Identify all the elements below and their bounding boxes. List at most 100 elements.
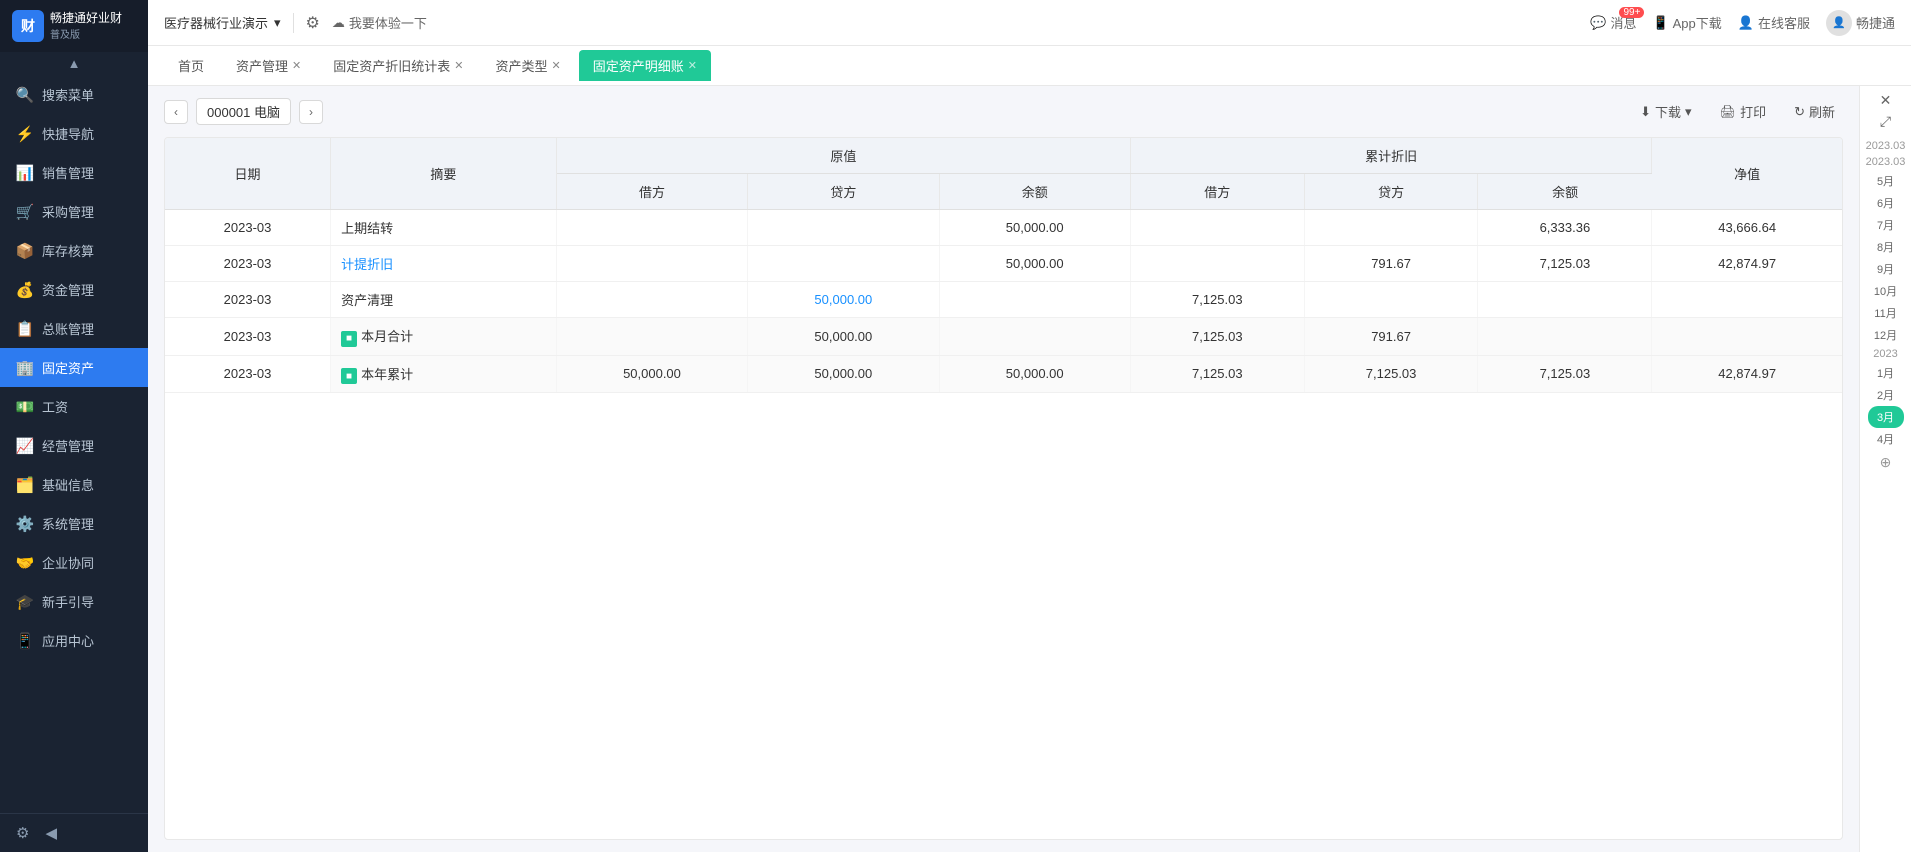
download-label: 下载	[1655, 102, 1681, 121]
tab-asset-type[interactable]: 资产类型 ✕	[481, 50, 574, 81]
timeline-close-btn[interactable]: ✕	[1880, 92, 1892, 109]
sidebar-item-guide[interactable]: 🎓 新手引导	[0, 582, 148, 621]
table-row: 2023-03 计提折旧 50,000.00 791.67 7,125.03 4…	[165, 246, 1842, 282]
sidebar-item-sales[interactable]: 📊 销售管理	[0, 153, 148, 192]
cell-dep-balance	[1478, 318, 1652, 356]
tab-depreciation-label: 固定资产折旧统计表	[333, 56, 450, 75]
cell-orig-credit	[748, 210, 939, 246]
sidebar-item-system[interactable]: ⚙️ 系统管理	[0, 504, 148, 543]
sidebar-item-ledger[interactable]: 📋 总账管理	[0, 309, 148, 348]
cell-dep-credit	[1304, 210, 1478, 246]
cell-date: 2023-03	[165, 246, 331, 282]
download-btn[interactable]: ⬇ 下载 ▾	[1632, 98, 1699, 125]
timeline-month-3[interactable]: 3月	[1868, 406, 1904, 428]
sidebar-item-search[interactable]: 🔍 搜索菜单	[0, 75, 148, 114]
total-icon: ■	[341, 331, 357, 347]
settings-icon[interactable]: ⚙	[16, 824, 29, 842]
nav-prev-btn[interactable]: ‹	[164, 100, 188, 124]
download-icon: ⬇	[1640, 104, 1651, 120]
sidebar-item-fixed-assets[interactable]: 🏢 固定资产	[0, 348, 148, 387]
timeline-month-11[interactable]: 11月	[1868, 302, 1904, 324]
timeline-month-5[interactable]: 5月	[1868, 170, 1904, 192]
page-content: ‹ 000001 电脑 › ⬇ 下载 ▾ 🖨 打印	[148, 86, 1859, 852]
timeline-month-9[interactable]: 9月	[1868, 258, 1904, 280]
cell-dep-balance: 7,125.03	[1478, 246, 1652, 282]
cell-orig-credit: 50,000.00	[748, 355, 939, 393]
cell-orig-debit	[556, 318, 747, 356]
sidebar-item-label: 应用中心	[42, 631, 94, 650]
tab-detail-close[interactable]: ✕	[688, 59, 697, 72]
message-icon: 💬	[1590, 15, 1606, 31]
asset-label: 000001 电脑	[196, 98, 291, 125]
sidebar-item-basic-info[interactable]: 🗂️ 基础信息	[0, 465, 148, 504]
cell-date: 2023-03	[165, 210, 331, 246]
timeline-month-8[interactable]: 8月	[1868, 236, 1904, 258]
sidebar-item-enterprise[interactable]: 🤝 企业协同	[0, 543, 148, 582]
nav-next-btn[interactable]: ›	[299, 100, 323, 124]
cell-orig-balance	[939, 282, 1130, 318]
sidebar-item-inventory[interactable]: 📦 库存核算	[0, 231, 148, 270]
cell-orig-debit	[556, 246, 747, 282]
timeline-month-1[interactable]: 1月	[1868, 362, 1904, 384]
cell-dep-credit: 791.67	[1304, 246, 1478, 282]
tab-detail[interactable]: 固定资产明细账 ✕	[579, 50, 711, 81]
cell-dep-credit: 7,125.03	[1304, 355, 1478, 393]
sidebar-item-appstore[interactable]: 📱 应用中心	[0, 621, 148, 660]
timeline-expand-btn[interactable]: ⤢	[1880, 113, 1891, 130]
th-dep-balance: 余额	[1478, 174, 1652, 210]
cell-orig-balance: 50,000.00	[939, 210, 1130, 246]
settings-gear-icon[interactable]: ⚙	[306, 13, 320, 33]
timeline-month-10[interactable]: 10月	[1868, 280, 1904, 302]
cell-summary[interactable]: 计提折旧	[331, 246, 557, 282]
nav-right: ⬇ 下载 ▾ 🖨 打印 ↻ 刷新	[1632, 98, 1843, 125]
timeline-year-2023: 2023	[1873, 346, 1897, 362]
tab-assets-close[interactable]: ✕	[292, 59, 301, 72]
timeline-month-2[interactable]: 2月	[1868, 384, 1904, 406]
tab-asset-type-close[interactable]: ✕	[552, 59, 561, 72]
cell-date: 2023-03	[165, 318, 331, 356]
cell-orig-debit: 50,000.00	[556, 355, 747, 393]
sidebar-item-capital[interactable]: 💰 资金管理	[0, 270, 148, 309]
th-date: 日期	[165, 138, 331, 210]
cell-dep-balance: 6,333.36	[1478, 210, 1652, 246]
sidebar-item-label: 资金管理	[42, 280, 94, 299]
sidebar-scroll-up[interactable]: ▲	[0, 52, 148, 75]
timeline-month-7[interactable]: 7月	[1868, 214, 1904, 236]
tab-depreciation[interactable]: 固定资产折旧统计表 ✕	[319, 50, 477, 81]
tab-assets[interactable]: 资产管理 ✕	[222, 50, 315, 81]
sidebar-item-quicknav[interactable]: ⚡ 快捷导航	[0, 114, 148, 153]
cell-orig-debit	[556, 282, 747, 318]
timeline-add-icon[interactable]: ⊕	[1880, 454, 1892, 471]
company-selector[interactable]: 医疗器械行业演示 ▾	[164, 13, 281, 32]
salary-icon: 💵	[16, 398, 34, 416]
print-btn[interactable]: 🖨 打印	[1712, 98, 1775, 125]
fixed-assets-icon: 🏢	[16, 359, 34, 377]
cell-dep-credit: 791.67	[1304, 318, 1478, 356]
table-row: 2023-03 上期结转 50,000.00 6,333.36 43,666.6…	[165, 210, 1842, 246]
sidebar-item-label: 企业协同	[42, 553, 94, 572]
sidebar-item-operations[interactable]: 📈 经营管理	[0, 426, 148, 465]
sales-icon: 📊	[16, 164, 34, 182]
cell-orig-credit: 50,000.00	[748, 282, 939, 318]
refresh-btn[interactable]: ↻ 刷新	[1786, 98, 1843, 125]
sidebar-item-purchase[interactable]: 🛒 采购管理	[0, 192, 148, 231]
tab-depreciation-close[interactable]: ✕	[454, 59, 463, 72]
user-profile[interactable]: 👤 畅捷通	[1826, 10, 1895, 36]
th-dep-debit: 借方	[1130, 174, 1304, 210]
experience-label: 我要体验一下	[349, 13, 427, 32]
online-service-btn[interactable]: 👤 在线客服	[1738, 13, 1810, 32]
sidebar-item-salary[interactable]: 💵 工资	[0, 387, 148, 426]
tabbar: 首页 资产管理 ✕ 固定资产折旧统计表 ✕ 资产类型 ✕ 固定资产明细账 ✕	[148, 46, 1911, 86]
tab-home[interactable]: 首页	[164, 50, 218, 81]
timeline-month-12[interactable]: 12月	[1868, 324, 1904, 346]
refresh-label: 刷新	[1809, 102, 1835, 121]
online-service-label: 在线客服	[1758, 13, 1810, 32]
collapse-icon[interactable]: ◀	[45, 824, 57, 842]
app-download-btn[interactable]: 📱 App下载	[1652, 13, 1721, 32]
timeline-month-4[interactable]: 4月	[1868, 428, 1904, 450]
experience-btn[interactable]: ☁ 我要体验一下	[332, 13, 427, 32]
messages-btn[interactable]: 💬 消息 99+	[1590, 13, 1636, 32]
timeline-month-6[interactable]: 6月	[1868, 192, 1904, 214]
refresh-icon: ↻	[1794, 104, 1805, 120]
topbar: 医疗器械行业演示 ▾ ⚙ ☁ 我要体验一下 💬 消息 99+ 📱 App下载 👤…	[148, 0, 1911, 46]
